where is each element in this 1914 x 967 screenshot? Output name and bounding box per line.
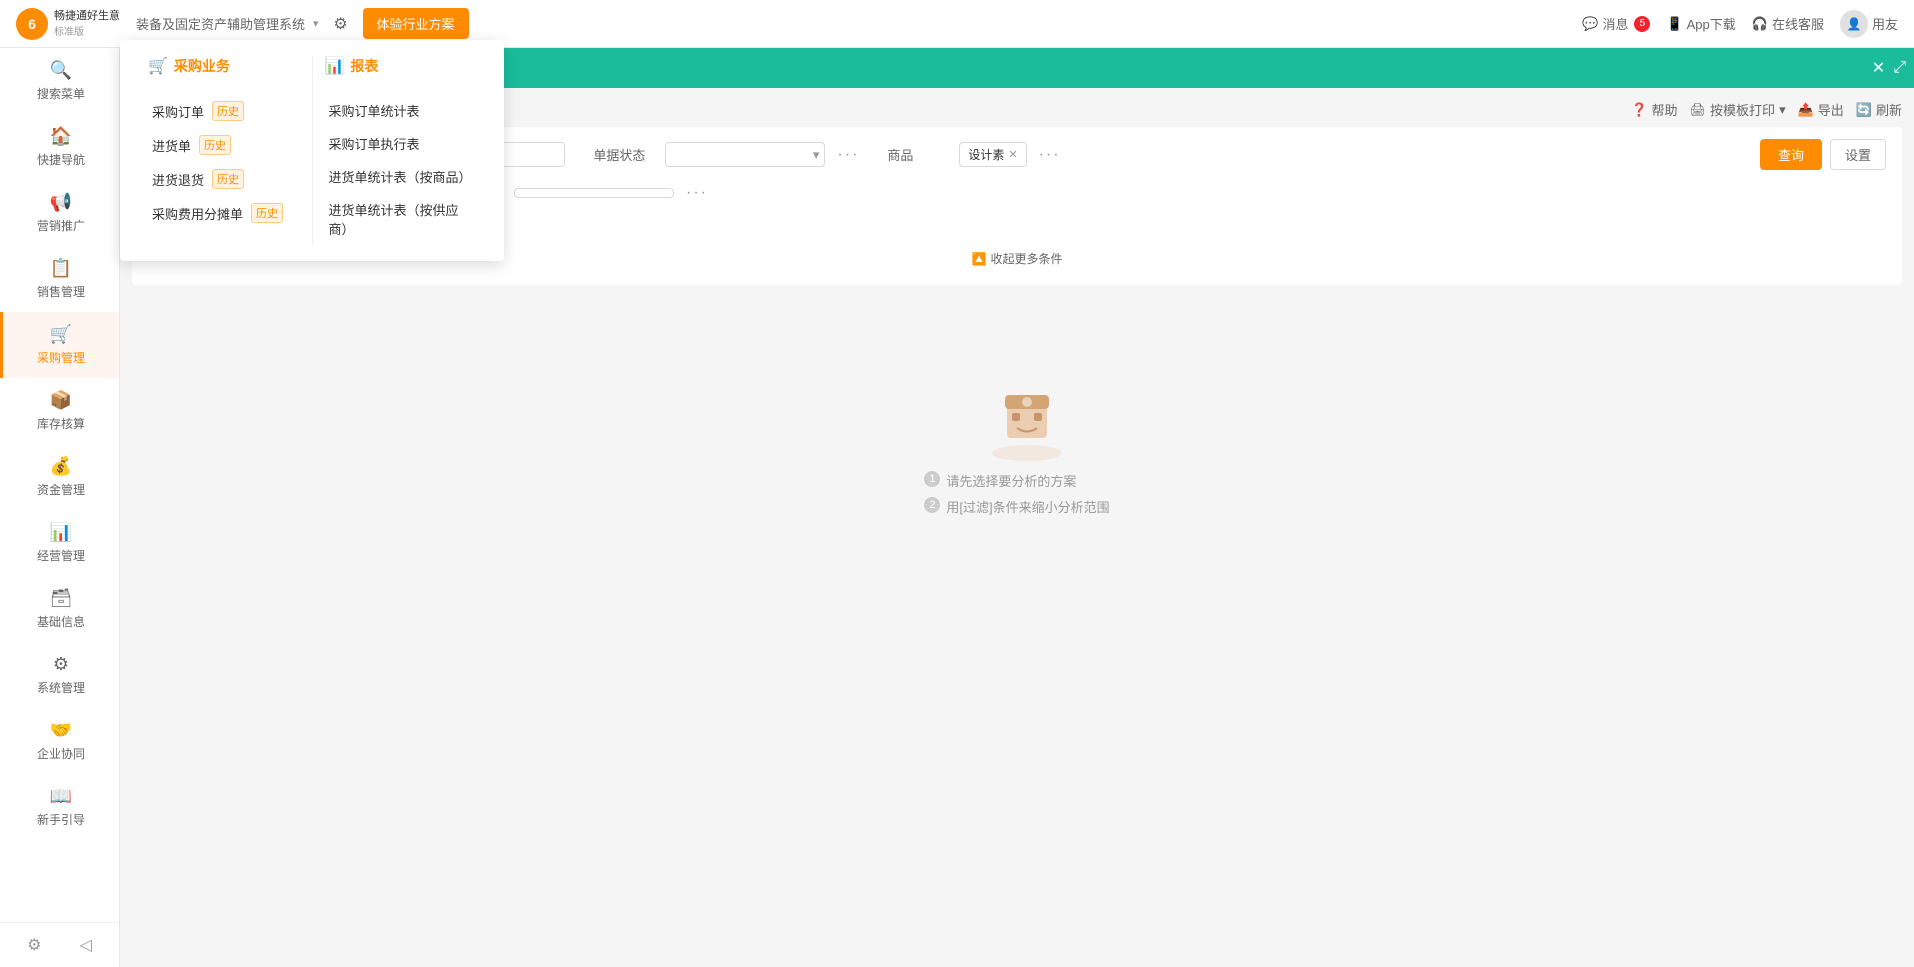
- doc-status-select[interactable]: [665, 142, 825, 167]
- refresh-button[interactable]: 🔄 刷新: [1856, 100, 1902, 119]
- enterprise-icon: 🤝: [50, 720, 72, 741]
- sales-icon: 📋: [50, 258, 72, 279]
- step-1-num: 1: [924, 471, 940, 487]
- header-right: 💬 消息 5 📱 App下载 🎧 在线客服 👤 用友: [1582, 10, 1898, 38]
- doc-status-more[interactable]: ···: [837, 146, 859, 164]
- message-icon: 💬: [1582, 16, 1598, 32]
- logo-text: 畅捷通好生意: [54, 9, 120, 23]
- logo-icon: 6: [16, 8, 48, 40]
- dropdown-item-order-exec[interactable]: 采购订单执行表: [325, 127, 477, 160]
- sidebar-item-newbie[interactable]: 📖 新手引导: [0, 774, 119, 840]
- inventory-icon: 📦: [50, 390, 72, 411]
- system-title: 装备及固定资产辅助管理系统 ▾ ⚙ 体验行业方案: [136, 8, 1582, 39]
- purchase-col-header: 🛒 采购业务: [148, 56, 300, 82]
- dropdown-item-purchase-receipt[interactable]: 进货单 历史: [148, 128, 300, 162]
- salesperson-input[interactable]: [514, 188, 674, 198]
- search-icon: 🔍: [50, 60, 72, 81]
- avatar: 👤: [1840, 10, 1868, 38]
- empty-state: 1 请先选择要分析的方案 2 用[过滤]条件来缩小分析范围: [132, 293, 1902, 601]
- purchase-icon: 🛒: [50, 324, 72, 345]
- tab-expand-icon[interactable]: ⤢: [1893, 59, 1906, 77]
- sidebar-item-quick-nav[interactable]: 🏠 快捷导航: [0, 114, 119, 180]
- print-arrow-icon: ▾: [1779, 102, 1786, 118]
- sidebar-item-purchase[interactable]: 🛒 采购管理: [0, 312, 119, 378]
- set-button[interactable]: 设置: [1830, 139, 1886, 170]
- sidebar-item-finance[interactable]: 💰 资金管理: [0, 444, 119, 510]
- headset-icon: 🎧: [1752, 16, 1768, 32]
- svg-text:6: 6: [28, 16, 36, 32]
- main-layout: 🔍 搜索菜单 🏠 快捷导航 📢 营销推广 📋 销售管理 🛒 采购管理 📦 库存核…: [0, 48, 1914, 967]
- settings-icon[interactable]: ⚙: [327, 10, 355, 38]
- dropdown-item-purchase-order[interactable]: 采购订单 历史: [148, 94, 300, 128]
- dropdown-menu[interactable]: 🛒 采购业务 采购订单 历史 进货单 历史 进货退货 历史 采购费用分摊单: [120, 40, 504, 261]
- goods-more[interactable]: ···: [1039, 146, 1061, 164]
- refresh-icon: 🔄: [1856, 102, 1872, 118]
- finance-icon: 💰: [50, 456, 72, 477]
- sidebar-item-sales[interactable]: 📋 销售管理: [0, 246, 119, 312]
- home-icon: 🏠: [50, 126, 72, 147]
- system-icon: ⚙: [53, 654, 69, 675]
- dropdown-item-order-stat[interactable]: 采购订单统计表: [325, 94, 477, 127]
- help-icon: ❓: [1631, 102, 1647, 118]
- doc-status-select-wrap: [665, 142, 825, 167]
- message-badge: 5: [1634, 16, 1650, 32]
- sidebar-collapse-icon[interactable]: ◁: [80, 935, 92, 955]
- report-col-header: 📊 报表: [325, 56, 477, 82]
- help-button[interactable]: ❓ 帮助: [1631, 100, 1677, 119]
- sidebar-item-system[interactable]: ⚙ 系统管理: [0, 642, 119, 708]
- sidebar-item-enterprise[interactable]: 🤝 企业协同: [0, 708, 119, 774]
- tab-close-all-icon[interactable]: ✕: [1872, 58, 1885, 78]
- dropdown-item-purchase-return[interactable]: 进货退货 历史: [148, 162, 300, 196]
- purchase-col-icon: 🛒: [148, 56, 168, 76]
- online-service-item[interactable]: 🎧 在线客服: [1752, 14, 1824, 33]
- export-icon: 📤: [1798, 102, 1814, 118]
- empty-illustration: [977, 373, 1057, 453]
- empty-step-2: 2 用[过滤]条件来缩小分析范围: [924, 495, 1109, 521]
- marketing-icon: 📢: [50, 192, 72, 213]
- industry-btn[interactable]: 体验行业方案: [363, 8, 469, 39]
- query-button[interactable]: 查询: [1760, 139, 1822, 170]
- goods-label: 商品: [887, 145, 947, 164]
- phone-icon: 📱: [1666, 16, 1682, 32]
- basic-icon: 🗃: [50, 588, 73, 609]
- doc-status-label: 单据状态: [593, 145, 653, 164]
- dropdown-report-col: 📊 报表 采购订单统计表 采购订单执行表 进货单统计表（按商品） 进货单统计表（…: [313, 56, 489, 245]
- logo-badge: 标准版: [54, 23, 120, 38]
- salesperson-more[interactable]: ···: [686, 184, 708, 202]
- logo-area: 6 畅捷通好生意 标准版: [16, 8, 136, 40]
- sidebar-item-basic[interactable]: 🗃 基础信息: [0, 576, 119, 642]
- sidebar-item-inventory[interactable]: 📦 库存核算: [0, 378, 119, 444]
- print-icon: 🖨: [1690, 102, 1707, 118]
- user-item[interactable]: 👤 用友: [1840, 10, 1898, 38]
- empty-text: 1 请先选择要分析的方案 2 用[过滤]条件来缩小分析范围: [924, 469, 1109, 521]
- sidebar-item-search[interactable]: 🔍 搜索菜单: [0, 48, 119, 114]
- message-item[interactable]: 💬 消息 5: [1582, 14, 1650, 33]
- dropdown-purchase-col: 🛒 采购业务 采购订单 历史 进货单 历史 进货退货 历史 采购费用分摊单: [136, 56, 313, 245]
- dropdown-item-purchase-expense[interactable]: 采购费用分摊单 历史: [148, 196, 300, 230]
- dropdown-item-receipt-stat-supplier[interactable]: 进货单统计表（按供应商）: [325, 193, 477, 245]
- tab-bar-right: ✕ ⤢: [1872, 58, 1914, 78]
- step-2-num: 2: [924, 497, 940, 513]
- dropdown-arrow-icon[interactable]: ▾: [313, 17, 319, 30]
- sidebar-settings-icon[interactable]: ⚙: [27, 935, 41, 955]
- app-download-item[interactable]: 📱 App下载: [1666, 14, 1735, 33]
- sidebar-bottom: ⚙ ◁: [0, 922, 119, 967]
- report-col-icon: 📊: [325, 56, 345, 76]
- sidebar: 🔍 搜索菜单 🏠 快捷导航 📢 营销推广 📋 销售管理 🛒 采购管理 📦 库存核…: [0, 48, 120, 967]
- goods-tag: 设计素 ✕: [959, 142, 1026, 167]
- collapse-up-icon: 🔼: [972, 252, 987, 266]
- print-button[interactable]: 🖨 按模板打印 ▾: [1690, 100, 1786, 119]
- goods-tag-close-icon[interactable]: ✕: [1008, 148, 1017, 161]
- operation-icon: 📊: [50, 522, 72, 543]
- sidebar-item-marketing[interactable]: 📢 营销推广: [0, 180, 119, 246]
- export-button[interactable]: 📤 导出: [1798, 100, 1844, 119]
- dropdown-item-receipt-stat-goods[interactable]: 进货单统计表（按商品）: [325, 160, 477, 193]
- newbie-icon: 📖: [50, 786, 72, 807]
- sidebar-item-operation[interactable]: 📊 经营管理: [0, 510, 119, 576]
- collapse-btn[interactable]: 🔼 收起更多条件: [972, 244, 1063, 273]
